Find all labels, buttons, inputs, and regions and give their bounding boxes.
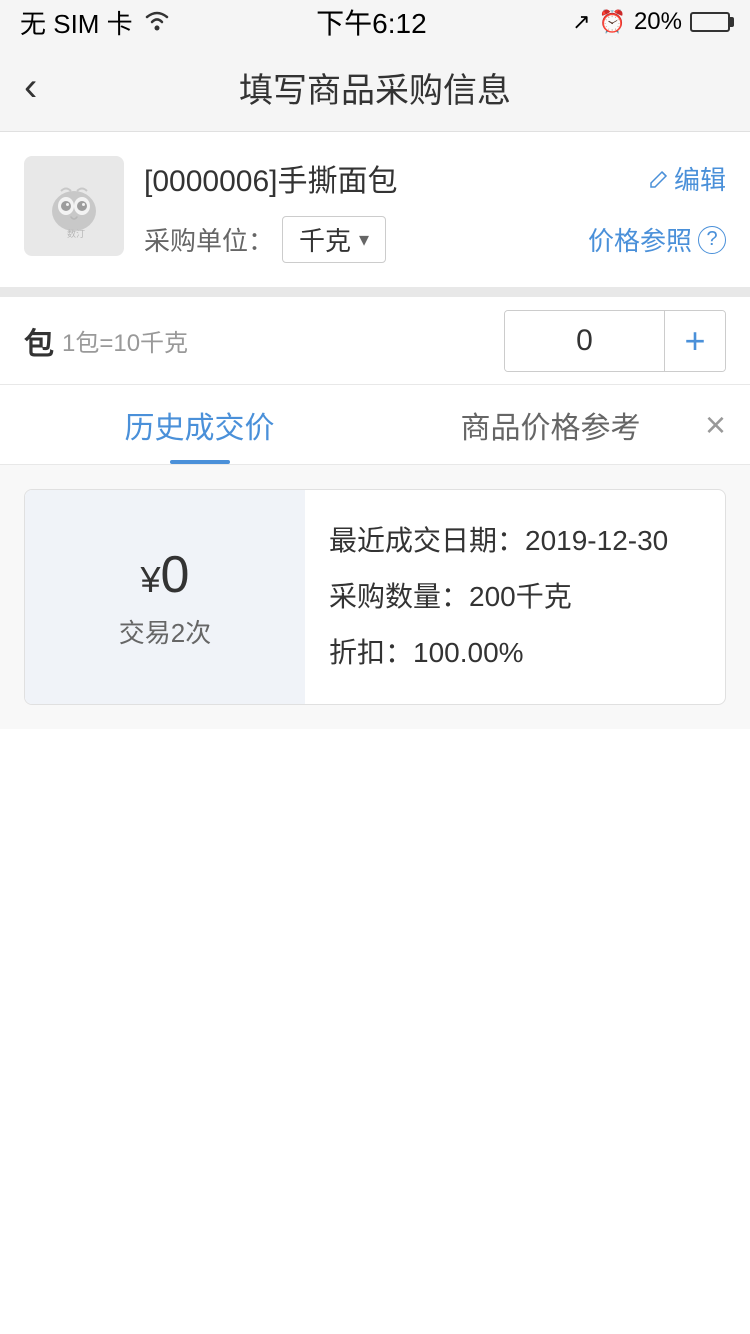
product-full-name: [0000006]手撕面包 [144, 156, 397, 200]
battery-icon [690, 12, 730, 32]
product-info: [0000006]手撕面包 编辑 采购单位： 千克 ▾ [144, 156, 726, 263]
status-left: 无 SIM 卡 [20, 4, 171, 41]
svg-text:数汀: 数汀 [67, 228, 85, 239]
quantity-input[interactable] [505, 311, 665, 371]
tab-header: 历史成交价 商品价格参考 × [0, 385, 750, 465]
recent-date-row: 最近成交日期：2019-12-30 [329, 520, 701, 562]
product-thumbnail: 数汀 [24, 156, 124, 256]
status-bar: 无 SIM 卡 下午6:12 ↗ ⏰ 20% [0, 0, 750, 44]
carrier-text: 无 SIM 卡 [20, 4, 133, 41]
discount-row: 折扣：100.00% [329, 632, 701, 674]
unit-select-dropdown[interactable]: 千克 ▾ [282, 216, 386, 263]
wifi-icon [143, 7, 171, 38]
divider-band [0, 287, 750, 297]
alarm-icon: ⏰ [599, 9, 626, 35]
location-icon: ↗ [572, 9, 590, 35]
product-card: 数汀 [0000006]手撕面包 编辑 采购单位： [0, 132, 750, 287]
tab-panel: 历史成交价 商品价格参考 × ¥0 交易2次 最近成交日期：2019-12-30 [0, 385, 750, 729]
edit-button[interactable]: 编辑 [648, 160, 726, 197]
product-image-icon: 数汀 [39, 171, 109, 241]
price-card-right: 最近成交日期：2019-12-30 采购数量：200千克 折扣：100.00% [305, 490, 725, 704]
product-name-row: [0000006]手撕面包 编辑 [144, 156, 726, 200]
quantity-row: 包 1包=10千克 + [0, 297, 750, 385]
dropdown-arrow-icon: ▾ [359, 227, 369, 252]
tab-history-price[interactable]: 历史成交价 [24, 385, 375, 464]
quantity-unit-name: 包 [24, 319, 54, 363]
purchase-unit-label: 采购单位： [144, 221, 274, 258]
battery-percent: 20% [634, 8, 682, 36]
nav-header: ‹ 填写商品采购信息 [0, 44, 750, 132]
tab-content: ¥0 交易2次 最近成交日期：2019-12-30 采购数量：200千克 折扣：… [0, 465, 750, 729]
purchase-qty-row: 采购数量：200千克 [329, 576, 701, 618]
help-icon: ? [698, 226, 726, 254]
back-button[interactable]: ‹ [24, 65, 37, 110]
quantity-unit-desc: 1包=10千克 [62, 323, 188, 358]
tab-price-reference[interactable]: 商品价格参考 [375, 385, 726, 464]
price-card-left: ¥0 交易2次 [25, 490, 305, 704]
transaction-count: 交易2次 [119, 613, 211, 650]
edit-icon [648, 167, 670, 189]
price-amount: ¥0 [141, 545, 190, 605]
page-title: 填写商品采购信息 [239, 63, 511, 112]
history-price-card: ¥0 交易2次 最近成交日期：2019-12-30 采购数量：200千克 折扣：… [24, 489, 726, 705]
quantity-plus-button[interactable]: + [665, 311, 725, 371]
purchase-unit-row: 采购单位： 千克 ▾ 价格参照 ? [144, 216, 726, 263]
status-right: ↗ ⏰ 20% [572, 8, 730, 36]
status-time: 下午6:12 [316, 2, 427, 42]
quantity-controls: + [504, 310, 726, 372]
quantity-label: 包 1包=10千克 [24, 319, 188, 363]
main-content: 数汀 [0000006]手撕面包 编辑 采购单位： [0, 132, 750, 1334]
price-currency-symbol: ¥ [141, 559, 161, 600]
tab-close-button[interactable]: × [705, 407, 726, 443]
price-reference-button[interactable]: 价格参照 ? [588, 221, 726, 258]
